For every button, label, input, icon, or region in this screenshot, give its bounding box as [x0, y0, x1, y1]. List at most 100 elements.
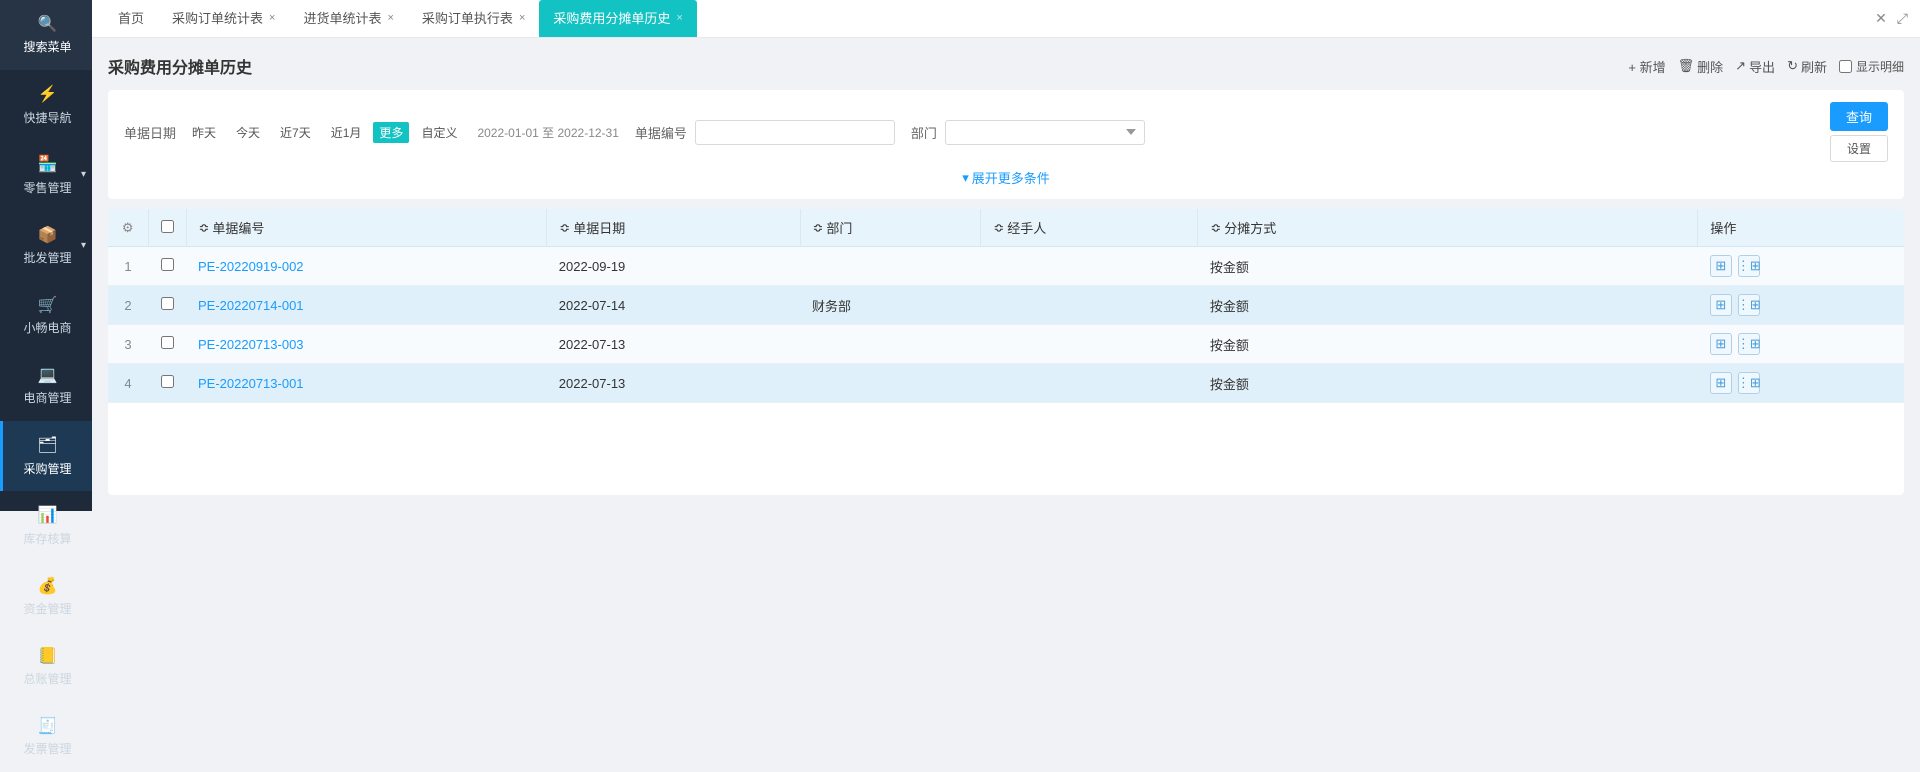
row-checkbox-1[interactable] — [161, 297, 174, 310]
tab-label-home: 首页 — [118, 8, 144, 27]
tab-inbound-stat[interactable]: 进货单统计表× — [289, 0, 407, 37]
row-date-0: 2022-09-19 — [547, 247, 800, 286]
content-area: 采购费用分摊单历史 + 新增 🗑 删除 ↗ 导出 ↻ 刷新 显示明细 — [92, 38, 1920, 511]
tab-close-purchase-order-stat[interactable]: × — [269, 12, 275, 24]
header-actions: + 新增 🗑 删除 ↗ 导出 ↻ 刷新 显示明细 — [1628, 57, 1904, 76]
date-more[interactable]: 更多 — [373, 122, 409, 143]
date-1month[interactable]: 近1月 — [323, 122, 370, 143]
row-order-link-0[interactable]: PE-20220919-002 — [198, 259, 304, 274]
sidebar-item-ecommerce[interactable]: 💻电商管理 — [0, 351, 92, 421]
tab-purchase-order-exec[interactable]: 采购订单执行表× — [408, 0, 539, 37]
row-date-3: 2022-07-13 — [547, 364, 800, 403]
col-date[interactable]: ≎单据日期 — [547, 209, 800, 247]
table-body: 1 PE-20220919-002 2022-09-19 按金额 ⊞ ⋮⊞ 2 — [108, 247, 1904, 403]
col-dept[interactable]: ≎部门 — [800, 209, 981, 247]
date-today[interactable]: 今天 — [228, 122, 268, 143]
row-ops-1: ⊞ ⋮⊞ — [1698, 286, 1904, 325]
sidebar: 🔍搜索菜单⚡快捷导航🏪零售管理📦批发管理🛒小畅电商💻电商管理🗂采购管理📊库存核算… — [0, 0, 92, 511]
row-view-btn-0[interactable]: ⊞ — [1710, 255, 1732, 277]
sidebar-item-mini-shop[interactable]: 🛒小畅电商 — [0, 281, 92, 351]
export-button[interactable]: ↗ 导出 — [1735, 57, 1775, 76]
sidebar-item-ledger[interactable]: 📒总账管理 — [0, 632, 92, 702]
date-7days[interactable]: 近7天 — [272, 122, 319, 143]
row-handler-3 — [981, 364, 1198, 403]
row-more-btn-3[interactable]: ⋮⊞ — [1738, 372, 1760, 394]
row-more-btn-2[interactable]: ⋮⊞ — [1738, 333, 1760, 355]
sidebar-item-purchase[interactable]: 🗂采购管理 — [0, 421, 92, 491]
data-table: ⚙ ≎单据编号 ≎单据日期 ≎部门 — [108, 209, 1904, 403]
col-checkbox — [148, 209, 186, 247]
row-view-btn-1[interactable]: ⊞ — [1710, 294, 1732, 316]
row-order-no-1: PE-20220714-001 — [186, 286, 547, 325]
col-alloc-method[interactable]: ≎分摊方式 — [1198, 209, 1698, 247]
sidebar-item-quick-nav[interactable]: ⚡快捷导航 — [0, 70, 92, 140]
add-button[interactable]: + 新增 — [1628, 57, 1665, 76]
tab-close-all-icon[interactable]: ✕ — [1875, 10, 1887, 27]
main-area: 首页采购订单统计表×进货单统计表×采购订单执行表×采购费用分摊单历史× ✕ ⤢ … — [92, 0, 1920, 511]
expand-more-btn[interactable]: ▾ 展开更多条件 — [124, 168, 1888, 187]
row-order-link-1[interactable]: PE-20220714-001 — [198, 298, 304, 313]
sidebar-item-invoice[interactable]: 🧾发票管理 — [0, 702, 92, 772]
row-more-btn-0[interactable]: ⋮⊞ — [1738, 255, 1760, 277]
query-button[interactable]: 查询 — [1830, 102, 1888, 131]
refresh-button[interactable]: ↻ 刷新 — [1787, 57, 1827, 76]
row-handler-1 — [981, 286, 1198, 325]
sidebar-item-retail[interactable]: 🏪零售管理 — [0, 140, 92, 210]
col-operation: 操作 — [1698, 209, 1904, 247]
sidebar-item-finance[interactable]: 💰资金管理 — [0, 562, 92, 632]
date-range-text: 2022-01-01 至 2022-12-31 — [477, 124, 618, 141]
row-checkbox-3[interactable] — [161, 375, 174, 388]
tab-close-purchase-cost-history[interactable]: × — [676, 12, 682, 24]
tab-restore-icon[interactable]: ⤢ — [1897, 10, 1908, 27]
show-slim-toggle[interactable]: 显示明细 — [1839, 58, 1904, 75]
row-num-0: 1 — [108, 247, 148, 286]
col-handler[interactable]: ≎经手人 — [981, 209, 1198, 247]
wholesale-icon: 📦 — [11, 225, 84, 247]
order-no-input[interactable] — [695, 120, 895, 145]
row-ops-3: ⊞ ⋮⊞ — [1698, 364, 1904, 403]
filter-actions: 查询 设置 — [1830, 102, 1888, 162]
date-yesterday[interactable]: 昨天 — [184, 122, 224, 143]
setting-button[interactable]: 设置 — [1830, 135, 1888, 162]
tab-close-inbound-stat[interactable]: × — [387, 12, 393, 24]
order-no-label: 单据编号 — [635, 123, 687, 142]
delete-button[interactable]: 🗑 删除 — [1678, 57, 1724, 76]
row-alloc-method-2: 按金额 — [1198, 325, 1698, 364]
purchase-icon: 🗂 — [11, 435, 84, 457]
sidebar-item-search[interactable]: 🔍搜索菜单 — [0, 0, 92, 70]
row-order-no-3: PE-20220713-001 — [186, 364, 547, 403]
row-order-link-3[interactable]: PE-20220713-001 — [198, 376, 304, 391]
row-dept-0 — [800, 247, 981, 286]
mini-shop-icon: 🛒 — [11, 295, 84, 317]
quick-nav-icon: ⚡ — [11, 84, 84, 106]
row-alloc-method-1: 按金额 — [1198, 286, 1698, 325]
col-order-no[interactable]: ≎单据编号 — [186, 209, 547, 247]
select-all-checkbox[interactable] — [161, 220, 174, 233]
tab-label-purchase-cost-history: 采购费用分摊单历史 — [553, 8, 670, 27]
row-view-btn-3[interactable]: ⊞ — [1710, 372, 1732, 394]
finance-icon: 💰 — [11, 576, 84, 598]
row-checkbox-0[interactable] — [161, 258, 174, 271]
row-view-btn-2[interactable]: ⊞ — [1710, 333, 1732, 355]
row-dept-1: 财务部 — [800, 286, 981, 325]
sidebar-item-wholesale[interactable]: 📦批发管理 — [0, 211, 92, 281]
sidebar-item-inventory[interactable]: 📊库存核算 — [0, 491, 92, 561]
row-dept-2 — [800, 325, 981, 364]
row-order-link-2[interactable]: PE-20220713-003 — [198, 337, 304, 352]
show-slim-checkbox[interactable] — [1839, 60, 1852, 73]
search-icon: 🔍 — [11, 14, 84, 36]
tab-purchase-order-stat[interactable]: 采购订单统计表× — [158, 0, 289, 37]
row-more-btn-1[interactable]: ⋮⊞ — [1738, 294, 1760, 316]
row-alloc-method-0: 按金额 — [1198, 247, 1698, 286]
ledger-icon: 📒 — [11, 646, 84, 668]
dept-select[interactable]: 财务部 — [945, 120, 1145, 145]
date-custom[interactable]: 自定义 — [413, 122, 465, 143]
table-container: ⚙ ≎单据编号 ≎单据日期 ≎部门 — [108, 209, 1904, 495]
tab-close-purchase-order-exec[interactable]: × — [519, 12, 525, 24]
row-ops-0: ⊞ ⋮⊞ — [1698, 247, 1904, 286]
tab-home[interactable]: 首页 — [104, 0, 158, 37]
table-row: 4 PE-20220713-001 2022-07-13 按金额 ⊞ ⋮⊞ — [108, 364, 1904, 403]
col-settings[interactable]: ⚙ — [108, 209, 148, 247]
row-checkbox-2[interactable] — [161, 336, 174, 349]
tab-purchase-cost-history[interactable]: 采购费用分摊单历史 × — [539, 0, 696, 37]
